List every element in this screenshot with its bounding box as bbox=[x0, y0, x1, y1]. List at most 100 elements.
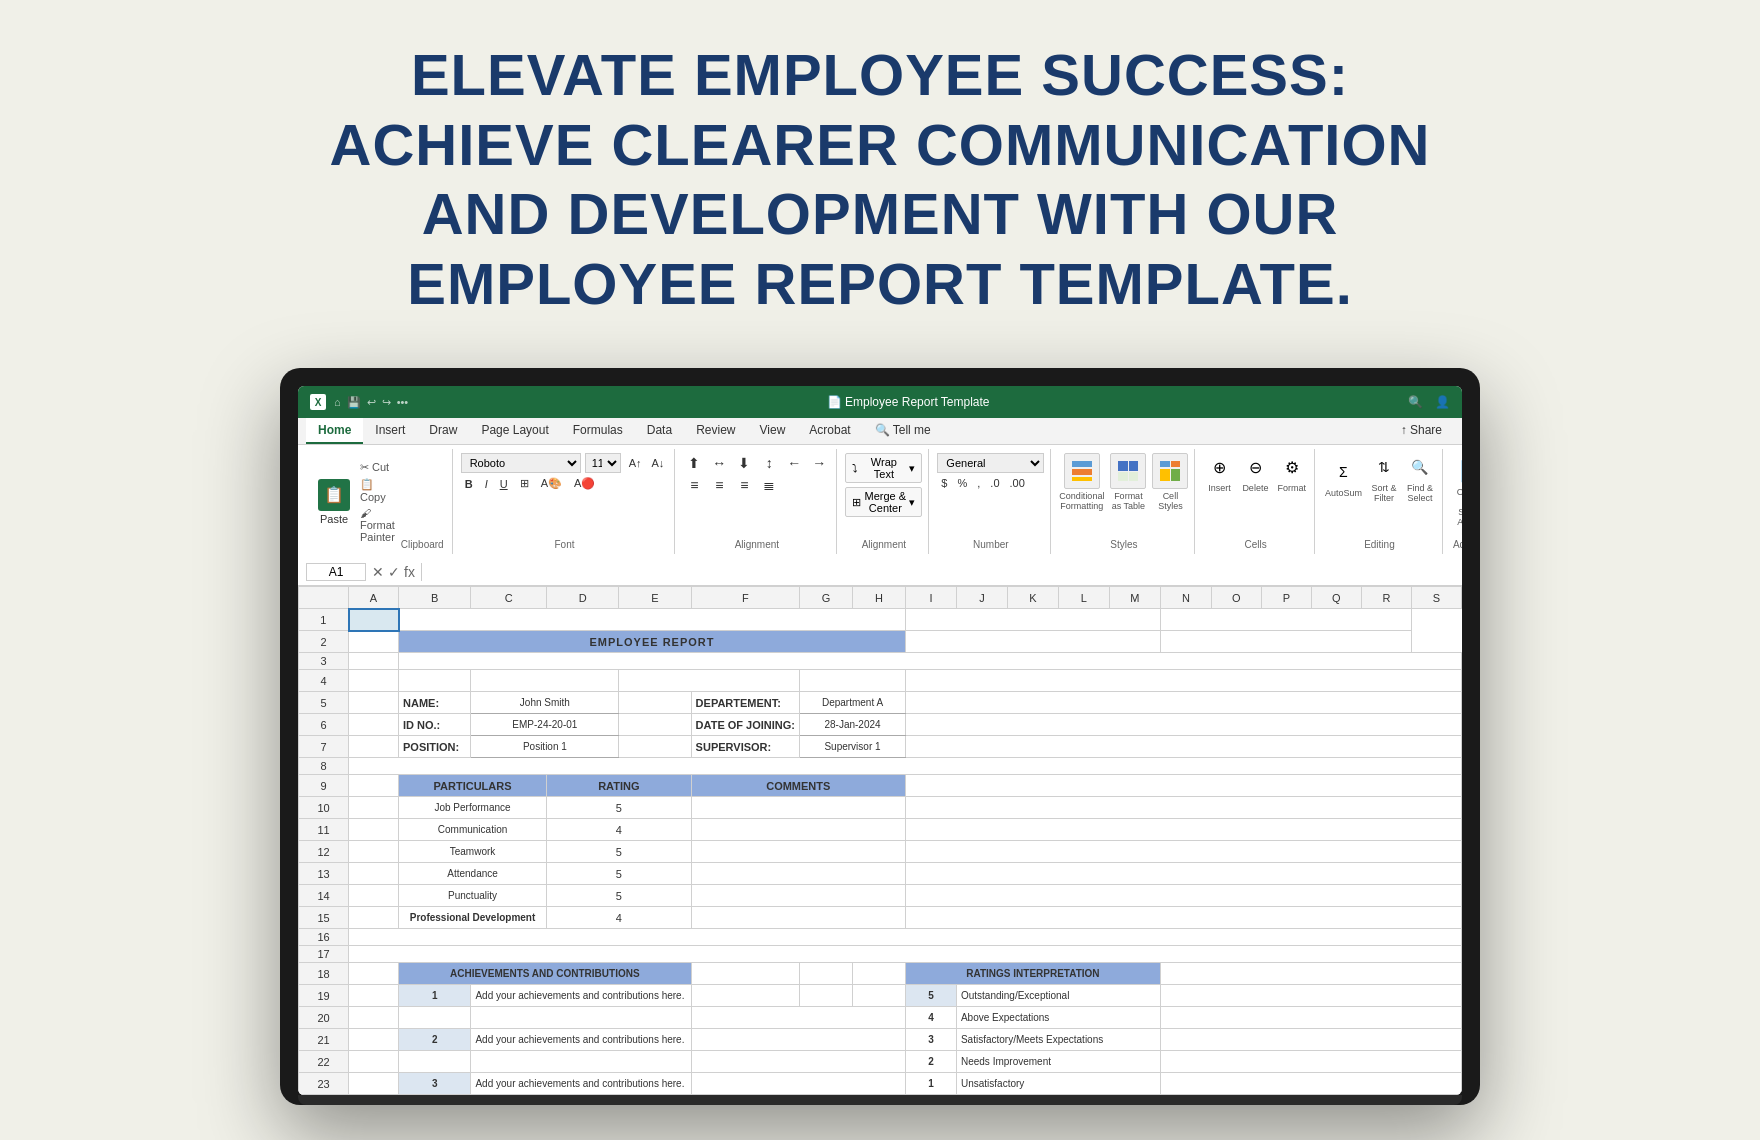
cell-N18[interactable] bbox=[1160, 963, 1461, 985]
profile-icon[interactable]: 👤 bbox=[1435, 395, 1450, 409]
tab-acrobat[interactable]: Acrobat bbox=[797, 418, 862, 444]
comments-6[interactable] bbox=[691, 907, 905, 929]
cell-N20[interactable] bbox=[1160, 1007, 1461, 1029]
increase-decimal-button[interactable]: .0 bbox=[986, 475, 1003, 491]
col-header-D[interactable]: D bbox=[547, 587, 619, 609]
currency-button[interactable]: $ bbox=[937, 475, 951, 491]
cell-G19[interactable] bbox=[800, 985, 853, 1007]
cell-I15[interactable] bbox=[905, 907, 1461, 929]
cell-I1[interactable] bbox=[905, 609, 1160, 631]
formula-input[interactable] bbox=[428, 564, 1454, 580]
cell-E7[interactable] bbox=[619, 736, 691, 758]
col-header-N[interactable]: N bbox=[1160, 587, 1211, 609]
cell-A11[interactable] bbox=[349, 819, 399, 841]
paste-button[interactable]: 📋 Paste bbox=[314, 477, 354, 527]
cell-C4[interactable] bbox=[471, 670, 619, 692]
cell-A20[interactable] bbox=[349, 1007, 399, 1029]
col-header-A[interactable]: A bbox=[349, 587, 399, 609]
comments-3[interactable] bbox=[691, 841, 905, 863]
col-header-E[interactable]: E bbox=[619, 587, 691, 609]
cell-N21[interactable] bbox=[1160, 1029, 1461, 1051]
align-justify-button[interactable]: ≣ bbox=[758, 475, 780, 495]
cell-N23[interactable] bbox=[1160, 1073, 1461, 1095]
align-bottom-button[interactable]: ⬇ bbox=[733, 453, 755, 473]
cell-N19[interactable] bbox=[1160, 985, 1461, 1007]
copy-button[interactable]: 📋 Copy bbox=[358, 477, 397, 504]
format-as-table-button[interactable]: Formatas Table bbox=[1110, 453, 1146, 511]
cell-N2[interactable] bbox=[1160, 631, 1411, 653]
cell-F22[interactable] bbox=[691, 1051, 905, 1073]
number-format-select[interactable]: General bbox=[937, 453, 1044, 473]
search-icon[interactable]: 🔍 bbox=[1408, 395, 1423, 409]
delete-button[interactable]: ⊖ Delete bbox=[1241, 453, 1269, 493]
cell-A12[interactable] bbox=[349, 841, 399, 863]
share-button[interactable]: ↑ Share bbox=[1389, 418, 1454, 444]
cell-C22[interactable] bbox=[471, 1051, 691, 1073]
conditional-formatting-button[interactable]: ConditionalFormatting bbox=[1059, 453, 1104, 511]
tab-home[interactable]: Home bbox=[306, 418, 363, 444]
save-icon[interactable]: 💾 bbox=[347, 396, 361, 409]
cell-E5[interactable] bbox=[619, 692, 691, 714]
cell-I4[interactable] bbox=[905, 670, 1461, 692]
cell-F23[interactable] bbox=[691, 1073, 905, 1095]
cell-A1[interactable] bbox=[349, 609, 399, 631]
col-header-R[interactable]: R bbox=[1361, 587, 1411, 609]
col-header-J[interactable]: J bbox=[956, 587, 1007, 609]
confirm-formula-icon[interactable]: ✓ bbox=[388, 564, 400, 580]
cell-A14[interactable] bbox=[349, 885, 399, 907]
font-size-select[interactable]: 11 bbox=[585, 453, 621, 473]
cancel-formula-icon[interactable]: ✕ bbox=[372, 564, 384, 580]
adobe-button[interactable]: 📄 Create and ShareAdobe PDF bbox=[1453, 457, 1462, 537]
font-name-select[interactable]: Roboto bbox=[461, 453, 581, 473]
underline-button[interactable]: U bbox=[496, 476, 512, 492]
cell-B3[interactable] bbox=[399, 653, 1462, 670]
cell-reference-input[interactable] bbox=[306, 563, 366, 581]
cell-I7[interactable] bbox=[905, 736, 1461, 758]
tab-review[interactable]: Review bbox=[684, 418, 747, 444]
cell-F20[interactable] bbox=[691, 1007, 905, 1029]
cell-A18[interactable] bbox=[349, 963, 399, 985]
cell-A7[interactable] bbox=[349, 736, 399, 758]
col-header-B[interactable]: B bbox=[399, 587, 471, 609]
redo-icon[interactable]: ↪ bbox=[382, 396, 391, 409]
col-header-P[interactable]: P bbox=[1261, 587, 1311, 609]
col-header-S[interactable]: S bbox=[1411, 587, 1461, 609]
cell-styles-button[interactable]: Cell Styles bbox=[1152, 453, 1188, 511]
tab-data[interactable]: Data bbox=[635, 418, 684, 444]
cell-I13[interactable] bbox=[905, 863, 1461, 885]
increase-font-button[interactable]: A↑ bbox=[625, 455, 646, 471]
tab-tell-me[interactable]: 🔍 Tell me bbox=[863, 418, 943, 444]
align-middle-button[interactable]: ↔ bbox=[708, 453, 730, 473]
cell-B4[interactable] bbox=[399, 670, 471, 692]
cut-button[interactable]: ✂ Cut bbox=[358, 460, 397, 475]
decrease-decimal-button[interactable]: .00 bbox=[1006, 475, 1029, 491]
col-header-L[interactable]: L bbox=[1058, 587, 1109, 609]
cell-E4[interactable] bbox=[619, 670, 800, 692]
cell-I5[interactable] bbox=[905, 692, 1461, 714]
insert-button[interactable]: ⊕ Insert bbox=[1205, 453, 1233, 493]
cell-A16[interactable] bbox=[349, 929, 1462, 946]
col-header-C[interactable]: C bbox=[471, 587, 547, 609]
border-button[interactable]: ⊞ bbox=[516, 475, 533, 492]
decrease-font-button[interactable]: A↓ bbox=[648, 455, 669, 471]
tab-view[interactable]: View bbox=[748, 418, 798, 444]
employee-report-title[interactable]: EMPLOYEE REPORT bbox=[399, 631, 906, 653]
col-header-H[interactable]: H bbox=[853, 587, 906, 609]
cell-A10[interactable] bbox=[349, 797, 399, 819]
ach-text-1[interactable]: Add your achievements and contributions … bbox=[471, 985, 691, 1007]
position-value[interactable]: Position 1 bbox=[471, 736, 619, 758]
cell-B22[interactable] bbox=[399, 1051, 471, 1073]
comments-4[interactable] bbox=[691, 863, 905, 885]
italic-button[interactable]: I bbox=[481, 476, 492, 492]
home-icon[interactable]: ⌂ bbox=[334, 396, 341, 408]
col-header-I[interactable]: I bbox=[905, 587, 956, 609]
cell-G4[interactable] bbox=[800, 670, 906, 692]
cell-C20[interactable] bbox=[471, 1007, 691, 1029]
supervisor-value[interactable]: Supervisor 1 bbox=[800, 736, 906, 758]
format-painter-button[interactable]: 🖌 Format Painter bbox=[358, 506, 397, 544]
id-value[interactable]: EMP-24-20-01 bbox=[471, 714, 619, 736]
col-header-K[interactable]: K bbox=[1007, 587, 1058, 609]
font-color-button[interactable]: A🔴 bbox=[570, 475, 599, 492]
wrap-text-button[interactable]: ⤵ Wrap Text ▾ bbox=[845, 453, 922, 483]
tab-page-layout[interactable]: Page Layout bbox=[469, 418, 560, 444]
